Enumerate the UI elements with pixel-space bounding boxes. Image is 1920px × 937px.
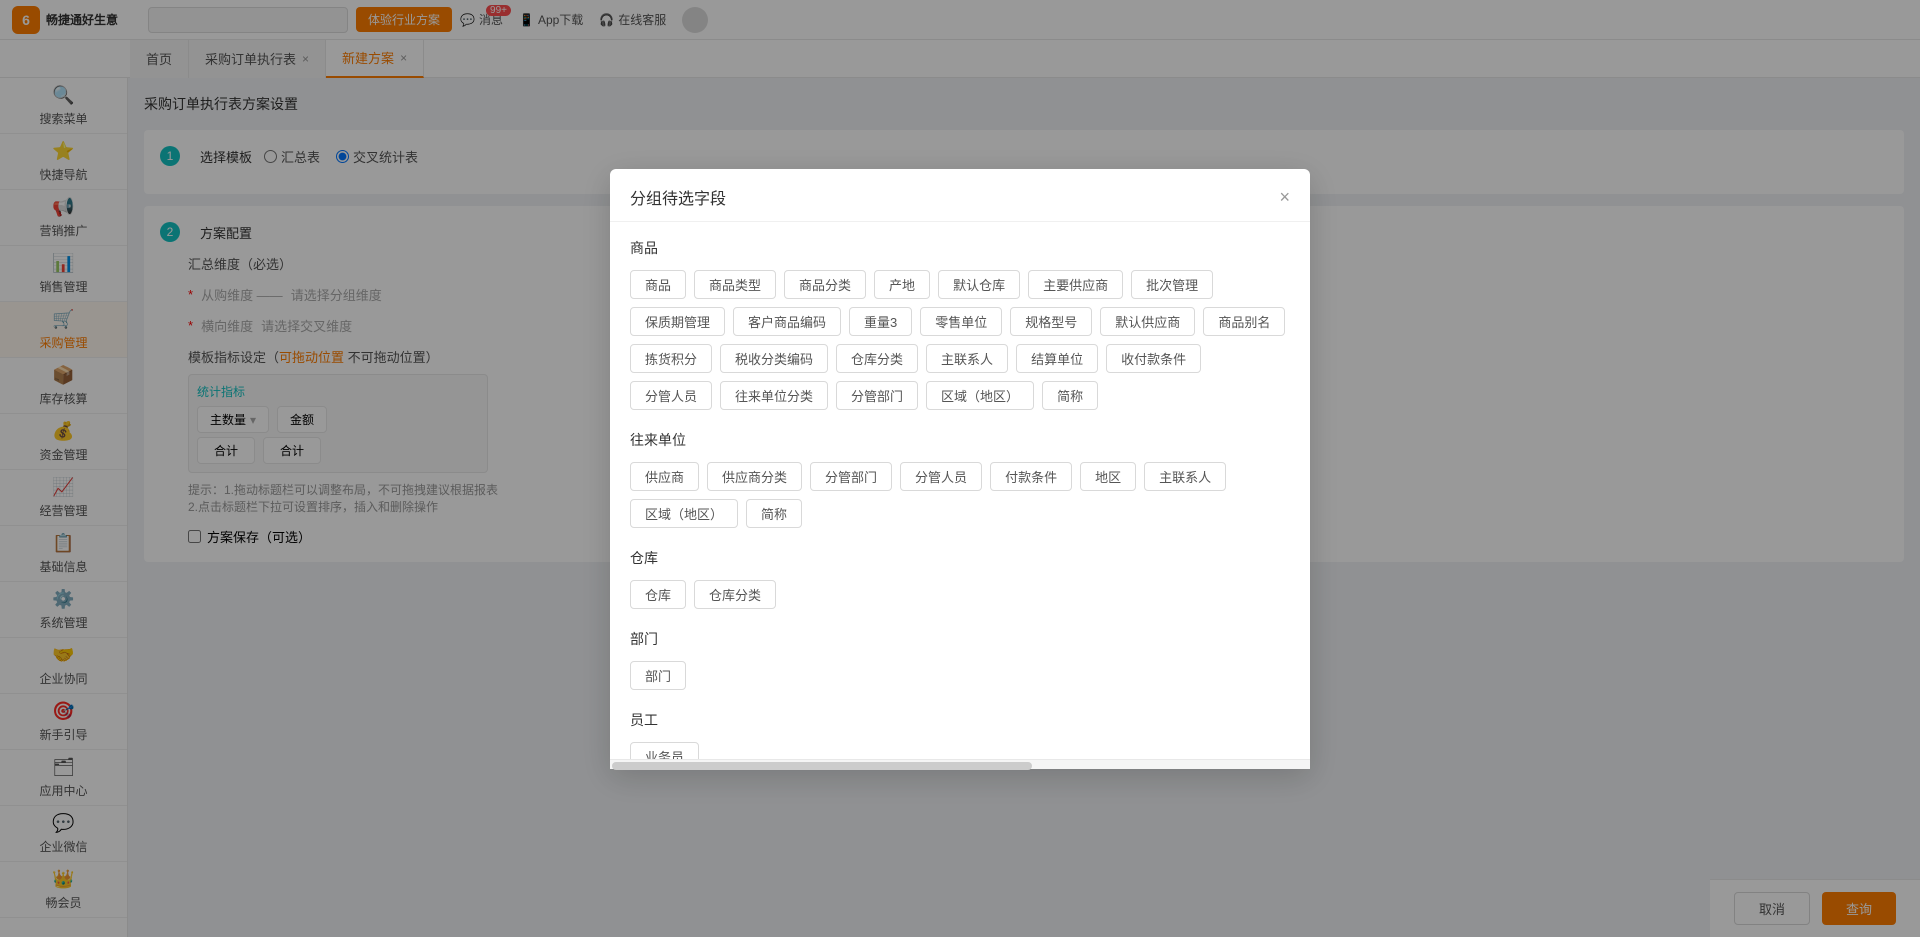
field-tag[interactable]: 供应商分类	[707, 462, 802, 491]
field-tag[interactable]: 规格型号	[1010, 307, 1092, 336]
field-tag[interactable]: 零售单位	[920, 307, 1002, 336]
field-grid: 业务员	[630, 742, 1290, 759]
field-tag[interactable]: 区域（地区）	[630, 499, 738, 528]
modal-overlay: 分组待选字段 × 商品商品商品类型商品分类产地默认仓库主要供应商批次管理保质期管…	[0, 0, 1920, 937]
section-title: 员工	[630, 710, 1290, 730]
field-tag[interactable]: 商品别名	[1203, 307, 1285, 336]
field-tag[interactable]: 商品	[630, 270, 686, 299]
field-tag[interactable]: 拣货积分	[630, 344, 712, 373]
modal-section-部门: 部门部门	[630, 629, 1290, 690]
field-tag[interactable]: 主要供应商	[1028, 270, 1123, 299]
field-tag[interactable]: 分管部门	[836, 381, 918, 410]
field-tag[interactable]: 分管部门	[810, 462, 892, 491]
modal-header: 分组待选字段 ×	[610, 169, 1310, 222]
field-tag[interactable]: 主联系人	[926, 344, 1008, 373]
modal-section-员工: 员工业务员	[630, 710, 1290, 759]
field-tag[interactable]: 默认仓库	[938, 270, 1020, 299]
field-tag[interactable]: 收付款条件	[1106, 344, 1201, 373]
field-tag[interactable]: 简称	[746, 499, 802, 528]
section-title: 部门	[630, 629, 1290, 649]
field-grid: 仓库仓库分类	[630, 580, 1290, 609]
field-tag[interactable]: 往来单位分类	[720, 381, 828, 410]
field-grid: 部门	[630, 661, 1290, 690]
field-tag[interactable]: 默认供应商	[1100, 307, 1195, 336]
modal-section-往来单位: 往来单位供应商供应商分类分管部门分管人员付款条件地区主联系人区域（地区） 简称	[630, 430, 1290, 528]
field-tag[interactable]: 简称	[1042, 381, 1098, 410]
section-title: 往来单位	[630, 430, 1290, 450]
field-tag[interactable]: 部门	[630, 661, 686, 690]
field-tag[interactable]: 供应商	[630, 462, 699, 491]
field-tag[interactable]: 商品分类	[784, 270, 866, 299]
field-tag[interactable]: 仓库分类	[836, 344, 918, 373]
field-tag[interactable]: 分管人员	[630, 381, 712, 410]
field-tag[interactable]: 付款条件	[990, 462, 1072, 491]
field-tag[interactable]: 批次管理	[1131, 270, 1213, 299]
field-tag[interactable]: 重量3	[849, 307, 912, 336]
modal-field-selector: 分组待选字段 × 商品商品商品类型商品分类产地默认仓库主要供应商批次管理保质期管…	[610, 169, 1310, 769]
modal-close-button[interactable]: ×	[1279, 188, 1290, 206]
field-tag[interactable]: 产地	[874, 270, 930, 299]
modal-section-商品: 商品商品商品类型商品分类产地默认仓库主要供应商批次管理保质期管理客户商品编码重量…	[630, 238, 1290, 410]
field-tag[interactable]: 税收分类编码	[720, 344, 828, 373]
field-tag[interactable]: 结算单位	[1016, 344, 1098, 373]
field-tag[interactable]: 地区	[1080, 462, 1136, 491]
scrollbar-thumb	[612, 762, 1032, 770]
field-tag[interactable]: 主联系人	[1144, 462, 1226, 491]
modal-body: 商品商品商品类型商品分类产地默认仓库主要供应商批次管理保质期管理客户商品编码重量…	[610, 222, 1310, 759]
field-tag[interactable]: 分管人员	[900, 462, 982, 491]
field-grid: 供应商供应商分类分管部门分管人员付款条件地区主联系人区域（地区） 简称	[630, 462, 1290, 528]
field-tag[interactable]: 业务员	[630, 742, 699, 759]
field-tag[interactable]: 仓库	[630, 580, 686, 609]
section-title: 仓库	[630, 548, 1290, 568]
field-tag[interactable]: 仓库分类	[694, 580, 776, 609]
section-title: 商品	[630, 238, 1290, 258]
field-grid: 商品商品类型商品分类产地默认仓库主要供应商批次管理保质期管理客户商品编码重量3 零…	[630, 270, 1290, 410]
field-tag[interactable]: 区域（地区）	[926, 381, 1034, 410]
field-tag[interactable]: 商品类型	[694, 270, 776, 299]
modal-title: 分组待选字段	[630, 185, 726, 209]
modal-horizontal-scrollbar[interactable]	[610, 759, 1310, 769]
modal-section-仓库: 仓库仓库仓库分类	[630, 548, 1290, 609]
field-tag[interactable]: 保质期管理	[630, 307, 725, 336]
field-tag[interactable]: 客户商品编码	[733, 307, 841, 336]
